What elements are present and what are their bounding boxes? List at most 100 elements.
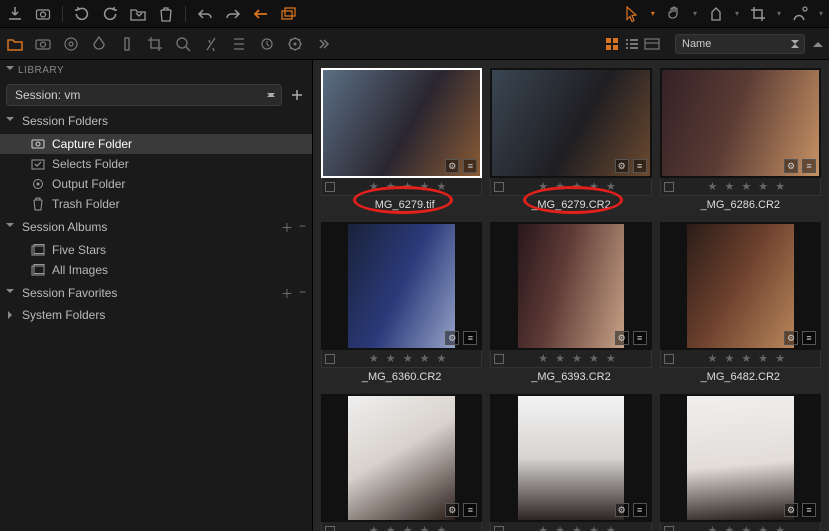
crop-icon[interactable] xyxy=(749,5,767,23)
select-checkbox[interactable] xyxy=(664,354,674,364)
draw-icon[interactable] xyxy=(791,5,809,23)
library-tab-icon[interactable] xyxy=(6,35,24,53)
thumbnail-image-wrap[interactable]: ⚙≡ xyxy=(660,68,821,178)
thumbnail-image-wrap[interactable]: ⚙≡ xyxy=(321,68,482,178)
thumbnail-cell[interactable]: ⚙≡ ★ ★ ★ ★ ★ xyxy=(490,394,651,531)
select-checkbox[interactable] xyxy=(494,354,504,364)
info-badge-icon[interactable]: ≡ xyxy=(463,331,477,345)
color-tab-icon[interactable] xyxy=(90,35,108,53)
thumbnail-image-wrap[interactable]: ⚙≡ xyxy=(490,68,651,178)
adjustments-badge-icon[interactable]: ⚙ xyxy=(784,159,798,173)
select-checkbox[interactable] xyxy=(664,182,674,192)
adjustments-badge-icon[interactable]: ⚙ xyxy=(445,503,459,517)
metadata-tab-icon[interactable] xyxy=(230,35,248,53)
import-icon[interactable] xyxy=(6,5,24,23)
remove-favorite-icon[interactable]: − xyxy=(299,285,306,302)
adjustments-badge-icon[interactable]: ⚙ xyxy=(615,331,629,345)
details-tab-icon[interactable] xyxy=(174,35,192,53)
grid-view-icon[interactable] xyxy=(603,35,621,53)
sidebar-item-all-images[interactable]: All Images xyxy=(0,260,312,280)
rating-stars[interactable]: ★ ★ ★ ★ ★ xyxy=(508,524,647,531)
adjustments-badge-icon[interactable]: ⚙ xyxy=(445,159,459,173)
sidebar-item-trash-folder[interactable]: Trash Folder xyxy=(0,194,312,214)
thumbnail-image-wrap[interactable]: ⚙≡ xyxy=(490,394,651,522)
system-folders-section[interactable]: System Folders xyxy=(0,304,312,326)
thumbnail-image-wrap[interactable]: ⚙≡ xyxy=(490,222,651,350)
thumbnail-cell[interactable]: ⚙≡★ ★ ★ ★ ★ xyxy=(321,394,482,531)
select-checkbox[interactable] xyxy=(325,354,335,364)
reset-icon[interactable] xyxy=(252,5,270,23)
adjustments-badge-icon[interactable]: ⚙ xyxy=(615,159,629,173)
sort-direction-icon[interactable] xyxy=(813,37,823,47)
remove-album-icon[interactable]: − xyxy=(299,219,306,236)
sidebar-item-selects-folder[interactable]: Selects Folder xyxy=(0,154,312,174)
info-badge-icon[interactable]: ≡ xyxy=(633,159,647,173)
more-tabs-icon[interactable] xyxy=(314,35,332,53)
thumbnail-cell[interactable]: ⚙≡★ ★ ★ ★ ★_MG_6393.CR2 xyxy=(490,222,651,386)
rating-stars[interactable]: ★ ★ ★ ★ ★ xyxy=(508,180,647,193)
undo-icon[interactable] xyxy=(196,5,214,23)
thumbnail-cell[interactable]: ⚙≡★ ★ ★ ★ ★_MG_6360.CR2 xyxy=(321,222,482,386)
exposure-icon[interactable] xyxy=(707,5,725,23)
session-folders-section[interactable]: Session Folders xyxy=(0,110,312,132)
sort-select[interactable]: Name xyxy=(675,34,805,54)
info-badge-icon[interactable]: ≡ xyxy=(802,331,816,345)
rating-stars[interactable]: ★ ★ ★ ★ ★ xyxy=(339,352,478,365)
select-checkbox[interactable] xyxy=(494,526,504,531)
library-header[interactable]: LIBRARY xyxy=(0,60,312,80)
list-view-icon[interactable] xyxy=(623,35,641,53)
adjustments-badge-icon[interactable]: ⚙ xyxy=(784,503,798,517)
thumbnail-cell[interactable]: ⚙≡★ ★ ★ ★ ★_MG_6482.CR2 xyxy=(660,222,821,386)
select-checkbox[interactable] xyxy=(325,182,335,192)
add-session-button[interactable] xyxy=(288,86,306,104)
rating-stars[interactable]: ★ ★ ★ ★ ★ xyxy=(678,180,817,193)
sidebar-item-capture-folder[interactable]: Capture Folder xyxy=(0,134,312,154)
thumbnail-cell[interactable]: ⚙≡★ ★ ★ ★ ★_MG_6279.CR2 xyxy=(490,68,651,214)
thumbnail-image-wrap[interactable]: ⚙≡ xyxy=(660,222,821,350)
rotate-left-icon[interactable] xyxy=(73,5,91,23)
add-album-icon[interactable]: ＋ xyxy=(281,219,293,236)
info-badge-icon[interactable]: ≡ xyxy=(463,503,477,517)
adjustments-badge-icon[interactable]: ⚙ xyxy=(615,503,629,517)
session-albums-section[interactable]: Session Albums ＋ − xyxy=(0,216,312,238)
thumbnail-image-wrap[interactable]: ⚙≡ xyxy=(321,394,482,522)
cursor-icon[interactable] xyxy=(623,5,641,23)
select-checkbox[interactable] xyxy=(494,182,504,192)
rating-stars[interactable]: ★ ★ ★ ★ ★ xyxy=(339,524,478,531)
filmstrip-view-icon[interactable] xyxy=(643,35,661,53)
thumbnail-cell[interactable]: ⚙≡★ ★ ★ ★ ★ xyxy=(660,394,821,531)
info-badge-icon[interactable]: ≡ xyxy=(802,503,816,517)
pan-icon[interactable] xyxy=(665,5,683,23)
thumbnail-image-wrap[interactable]: ⚙≡ xyxy=(321,222,482,350)
select-checkbox[interactable] xyxy=(664,526,674,531)
trash-icon[interactable] xyxy=(157,5,175,23)
sidebar-item-output-folder[interactable]: Output Folder xyxy=(0,174,312,194)
info-badge-icon[interactable]: ≡ xyxy=(633,331,647,345)
rating-stars[interactable]: ★ ★ ★ ★ ★ xyxy=(678,524,817,531)
rating-stars[interactable]: ★ ★ ★ ★ ★ xyxy=(508,352,647,365)
info-badge-icon[interactable]: ≡ xyxy=(463,159,477,173)
copy-stack-icon[interactable] xyxy=(280,5,298,23)
select-checkbox[interactable] xyxy=(325,526,335,531)
crop-tab-icon[interactable] xyxy=(146,35,164,53)
session-select[interactable]: Session: vm xyxy=(6,84,282,106)
exposure-tab-icon[interactable] xyxy=(118,35,136,53)
rating-stars[interactable]: ★ ★ ★ ★ ★ xyxy=(339,180,478,193)
output-tab-icon[interactable] xyxy=(286,35,304,53)
info-badge-icon[interactable]: ≡ xyxy=(802,159,816,173)
adjust-tab-icon[interactable] xyxy=(202,35,220,53)
thumbnail-image-wrap[interactable]: ⚙≡ xyxy=(660,394,821,522)
add-favorite-icon[interactable]: ＋ xyxy=(281,285,293,302)
adjustments-badge-icon[interactable]: ⚙ xyxy=(445,331,459,345)
sidebar-item-five-stars[interactable]: Five Stars xyxy=(0,240,312,260)
camera-icon[interactable] xyxy=(34,5,52,23)
rotate-right-icon[interactable] xyxy=(101,5,119,23)
rating-stars[interactable]: ★ ★ ★ ★ ★ xyxy=(678,352,817,365)
metadata2-tab-icon[interactable] xyxy=(258,35,276,53)
session-favorites-section[interactable]: Session Favorites ＋ − xyxy=(0,282,312,304)
thumbnail-cell[interactable]: ⚙≡★ ★ ★ ★ ★_MG_6279.tif xyxy=(321,68,482,214)
move-to-folder-icon[interactable] xyxy=(129,5,147,23)
capture-tab-icon[interactable] xyxy=(34,35,52,53)
adjustments-badge-icon[interactable]: ⚙ xyxy=(784,331,798,345)
lens-tab-icon[interactable] xyxy=(62,35,80,53)
